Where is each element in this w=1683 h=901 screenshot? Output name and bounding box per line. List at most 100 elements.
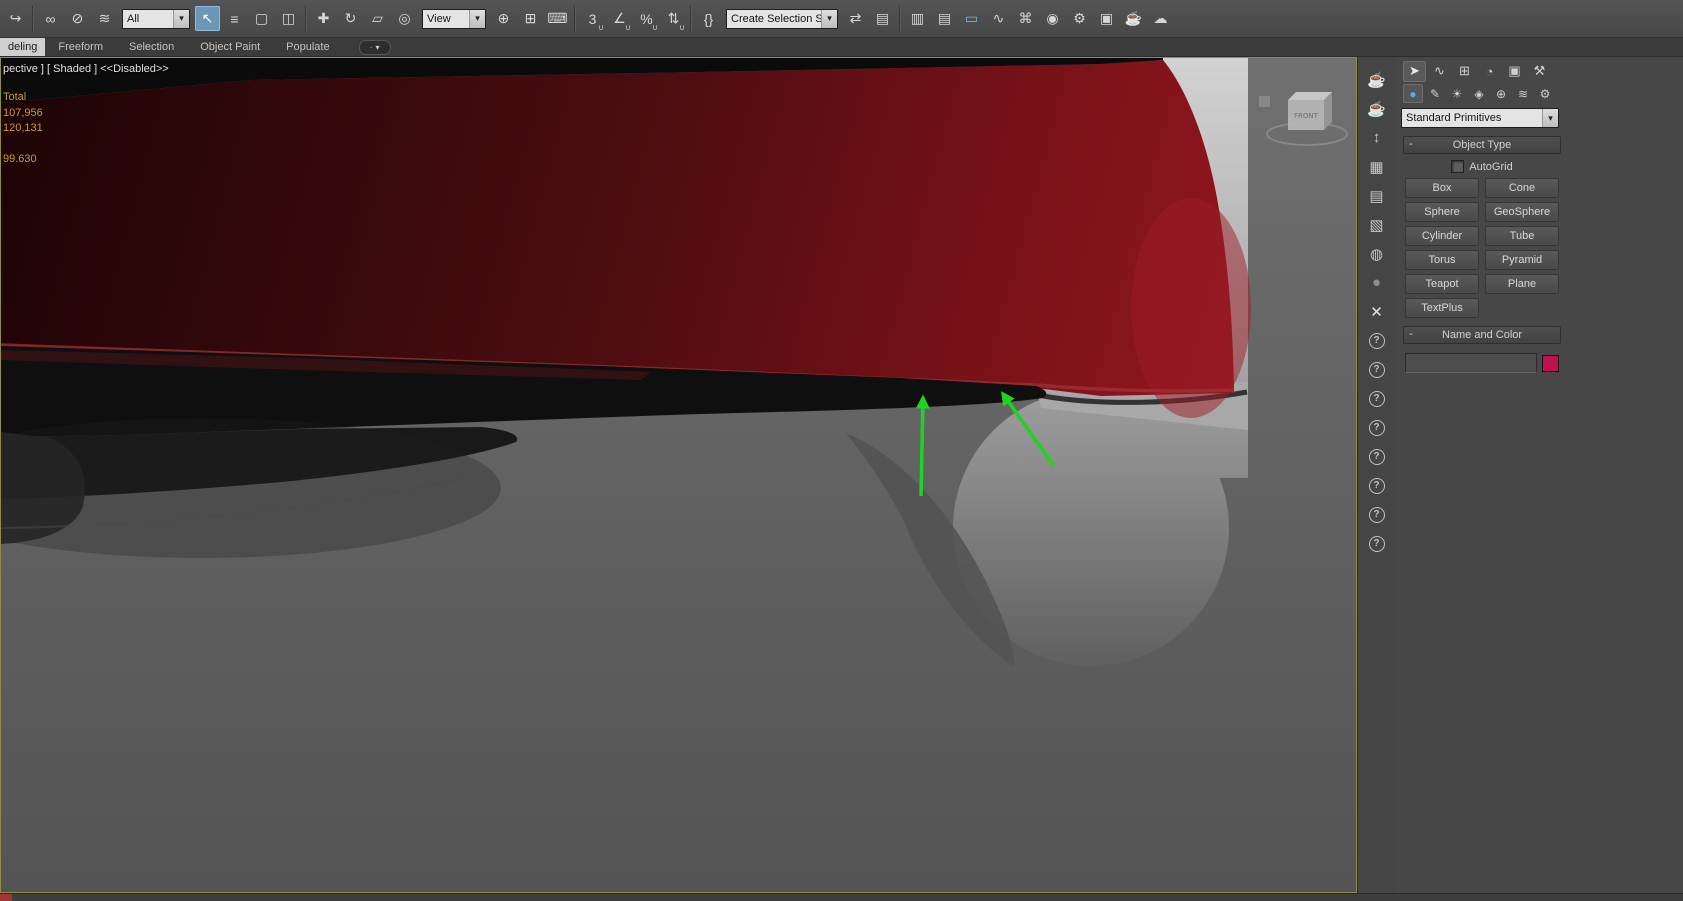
chevron-down-icon: ▾ [173,9,189,28]
selection-filter-dropdown[interactable]: All ▾ [122,8,190,29]
category-lights[interactable]: ☀ [1447,84,1467,103]
select-and-scale-icon[interactable]: ▱ [365,6,390,31]
rendered-frame-window-icon[interactable]: ▣ [1094,6,1119,31]
named-selection-sets-dropdown[interactable]: Create Selection Se ▾ [726,8,838,29]
checker-map-icon[interactable]: ▦ [1363,152,1391,181]
close-x-icon[interactable]: ✕ [1363,297,1391,326]
reference-coordinate-system-dropdown[interactable]: View ▾ [422,8,486,29]
mirror-icon[interactable]: ⇄ [843,6,868,31]
tab-utilities[interactable]: ⚒ [1528,61,1551,82]
primitive-button[interactable]: Plane [1485,274,1559,294]
material-sphere-icon[interactable]: ● [1363,268,1391,297]
stat-line: 107,956 [3,106,43,119]
rectangular-selection-region-icon[interactable]: ▢ [249,6,274,31]
maxscript-mini-listener[interactable] [0,894,12,901]
render-setup-icon[interactable]: ⚙ [1067,6,1092,31]
tab-selection[interactable]: Selection [116,38,187,56]
unknown-script-icon[interactable]: ? [1363,500,1391,529]
category-cameras[interactable]: ◈ [1469,84,1489,103]
material-editor-icon[interactable]: ◉ [1040,6,1065,31]
layer-explorer-icon[interactable]: ▤ [932,6,957,31]
snaps-toggle-3d-icon[interactable]: 3 ∪ [580,6,605,33]
primitive-category-dropdown[interactable]: Standard Primitives ▾ [1401,108,1559,128]
unlink-selection-icon[interactable]: ⊘ [65,6,90,31]
axis-constraint-icon[interactable]: ↕ [1363,123,1391,152]
object-color-swatch[interactable] [1542,354,1559,372]
teapot-render-icon[interactable]: ☕ [1363,65,1391,94]
select-and-link-icon[interactable]: ∞ [38,6,63,31]
object-type-rollout-header[interactable]: - Object Type [1403,136,1561,154]
select-and-rotate-icon[interactable]: ↻ [338,6,363,31]
layer-stack-icon[interactable]: ▤ [1363,181,1391,210]
name-and-color-row [1405,353,1559,373]
primitive-button[interactable]: Cone [1485,178,1559,198]
command-panel-tabs: ➤ ∿ ⊞ ◔ ▣ ⚒ [1401,59,1563,83]
toolbar-group: ⇄ ▤ [842,6,896,31]
keyboard-override-icon[interactable]: ⌨ [545,6,570,31]
schematic-view-icon[interactable]: ⌘ [1013,6,1038,31]
category-helpers[interactable]: ⊕ [1491,84,1511,103]
render-production-icon[interactable]: ☕ [1121,6,1146,31]
name-and-color-rollout-header[interactable]: - Name and Color [1403,326,1561,344]
bind-to-space-warp-icon[interactable]: ≋ [92,6,117,31]
unknown-script-icon[interactable]: ? [1363,529,1391,558]
tab-display[interactable]: ▣ [1503,61,1526,82]
category-space-warps[interactable]: ≋ [1513,84,1533,103]
unknown-script-icon[interactable]: ? [1363,355,1391,384]
unknown-script-icon[interactable]: ? [1363,384,1391,413]
tab-object-paint[interactable]: Object Paint [187,38,273,56]
render-in-cloud-icon[interactable]: ☁ [1148,6,1173,31]
primitive-button[interactable]: Sphere [1405,202,1479,222]
window-crossing-icon[interactable]: ◫ [276,6,301,31]
primitive-button[interactable]: TextPlus [1405,298,1479,318]
teapot-preset-icon[interactable]: ☕ [1363,94,1391,123]
primitive-button[interactable]: Box [1405,178,1479,198]
ribbon-minimize-button[interactable]: · ▾ [358,39,391,55]
primitive-button[interactable]: Torus [1405,250,1479,270]
uv-tile-icon[interactable]: ▧ [1363,210,1391,239]
use-pivot-center-icon[interactable]: ⊕ [491,6,516,31]
wire-sphere-icon[interactable]: ◍ [1363,239,1391,268]
tab-hierarchy[interactable]: ⊞ [1453,61,1476,82]
body-highlight [1131,198,1251,418]
tab-modeling[interactable]: deling [0,38,46,56]
ribbon-toggle-icon[interactable]: ▭ [959,6,984,31]
primitive-button[interactable]: Pyramid [1485,250,1559,270]
primitive-button[interactable]: GeoSphere [1485,202,1559,222]
tab-freeform[interactable]: Freeform [45,38,116,56]
align-icon[interactable]: ▤ [870,6,895,31]
tab-modify[interactable]: ∿ [1428,61,1451,82]
unknown-script-icon[interactable]: ? [1363,442,1391,471]
edit-named-selection-sets-icon[interactable]: {} [696,6,721,31]
select-object-icon[interactable]: ↖ [195,6,220,31]
primitive-button[interactable]: Teapot [1405,274,1479,294]
percent-snap-icon[interactable]: % ∪ [634,6,659,33]
spinner-snap-icon[interactable]: ⇅ ∪ [661,6,686,32]
redo-arrow-icon[interactable]: ↪ [3,6,28,31]
unknown-script-icon[interactable]: ? [1363,413,1391,442]
collapse-minus-icon: - [1409,328,1413,340]
object-name-field[interactable] [1405,353,1537,373]
tab-motion[interactable]: ◔ [1478,61,1501,82]
select-and-manipulate-icon[interactable]: ⊞ [518,6,543,31]
primitive-button[interactable]: Tube [1485,226,1559,246]
category-shapes[interactable]: ✎ [1425,84,1445,103]
primitive-button[interactable]: Cylinder [1405,226,1479,246]
curve-editor-icon[interactable]: ∿ [986,6,1011,31]
select-by-name-icon[interactable]: ≡ [222,6,247,31]
select-and-place-icon[interactable]: ◎ [392,6,417,31]
unknown-script-icon[interactable]: ? [1363,326,1391,355]
tab-populate[interactable]: Populate [273,38,342,56]
unknown-script-icon[interactable]: ? [1363,471,1391,500]
category-geometry[interactable]: ● [1403,84,1423,103]
viewcube-home-icon[interactable] [1259,96,1270,107]
tab-create[interactable]: ➤ [1403,60,1426,82]
scene-canvas[interactable]: FRONT [1,58,1356,892]
category-systems[interactable]: ⚙ [1535,84,1555,103]
perspective-viewport[interactable]: FRONT pective ] [ Shaded ] <<Disabled>> … [0,57,1357,893]
viewport-label[interactable]: pective ] [ Shaded ] <<Disabled>> [3,63,169,75]
scene-explorer-icon[interactable]: ▥ [905,6,930,31]
angle-snap-icon[interactable]: ∠ ∪ [607,6,632,32]
select-and-move-icon[interactable]: ✚ [311,6,336,31]
autogrid-checkbox[interactable] [1451,160,1465,173]
